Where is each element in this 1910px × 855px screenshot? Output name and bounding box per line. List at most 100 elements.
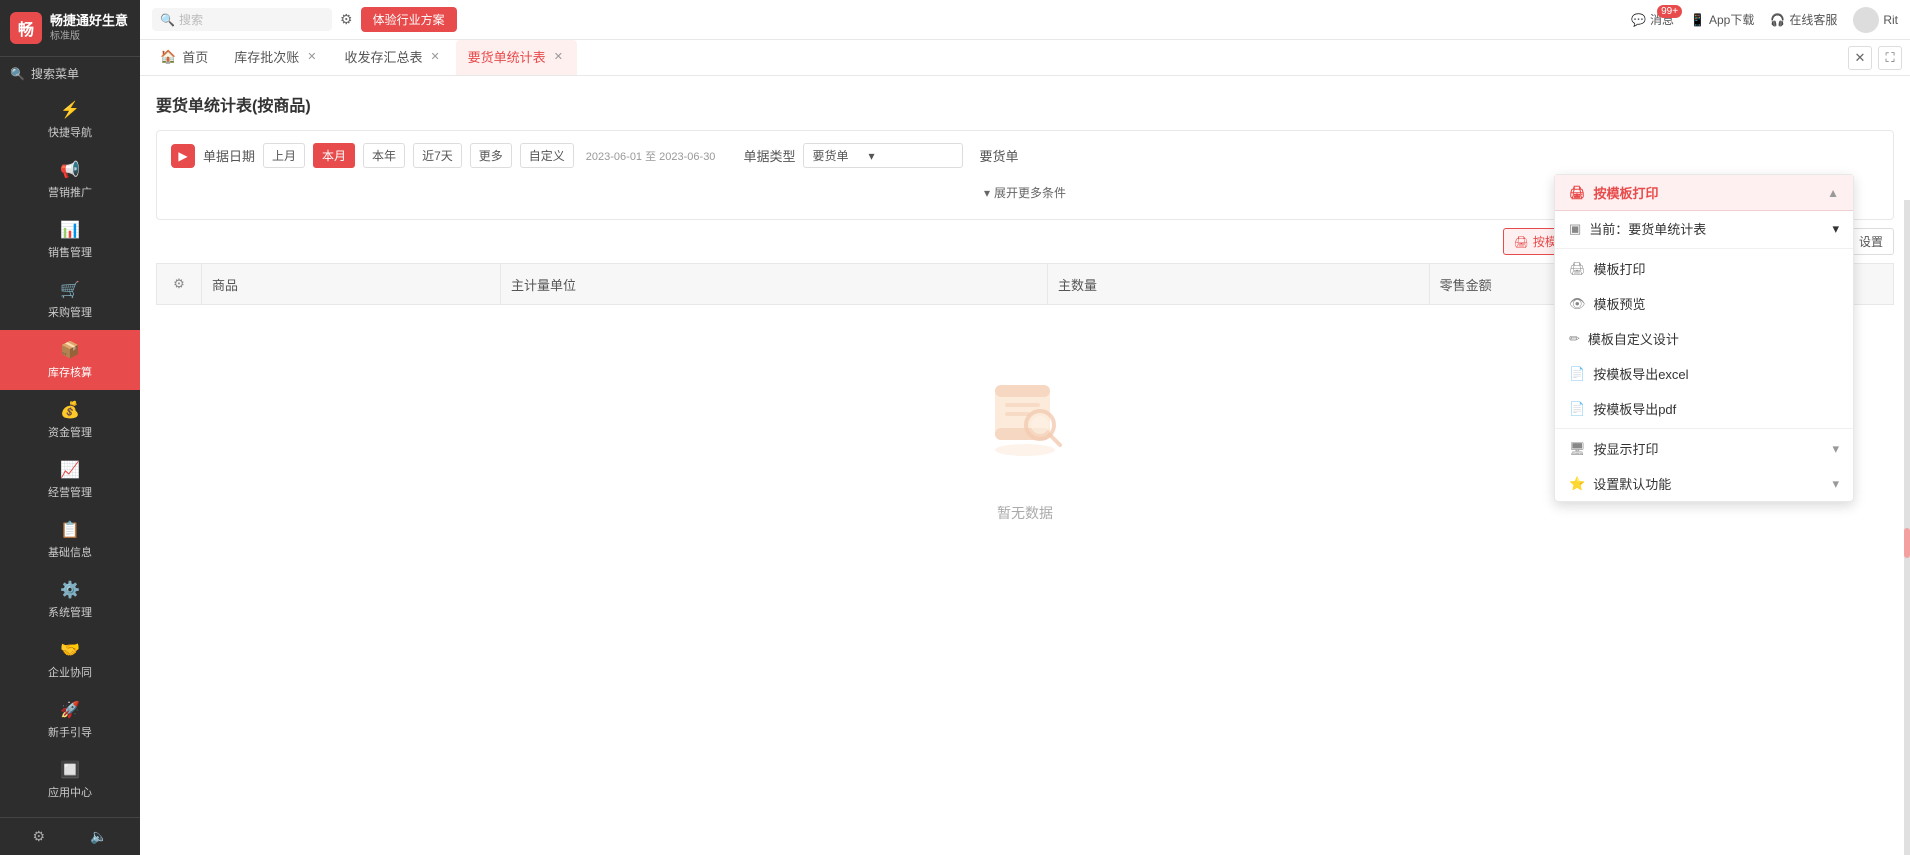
- template-pdf-item[interactable]: 📄 按模板导出pdf: [1555, 391, 1853, 426]
- tab-batch-account-label: 库存批次账: [234, 47, 299, 66]
- print-current-item[interactable]: ▣ 当前：要货单统计表 ▾: [1555, 211, 1853, 246]
- sidebar-item-wechat[interactable]: 💬 企业微信: [0, 810, 140, 817]
- template-preview-item[interactable]: 👁 模板预览: [1555, 286, 1853, 321]
- sidebar-item-label: 采购管理: [48, 304, 92, 320]
- username-label: Rit: [1883, 13, 1898, 27]
- sidebar-item-label: 系统管理: [48, 604, 92, 620]
- topbar-gear-btn[interactable]: ⚙: [340, 11, 353, 28]
- sidebar-item-label: 经营管理: [48, 484, 92, 500]
- sidebar-item-operations[interactable]: 📈 经营管理: [0, 450, 140, 510]
- apps-icon: 🔲: [60, 760, 80, 780]
- template-preview-icon: 👁: [1569, 296, 1586, 312]
- tab-batch-account[interactable]: 库存批次账 ✕: [222, 40, 330, 75]
- tab-batch-account-close[interactable]: ✕: [305, 49, 318, 64]
- right-scrollbar[interactable]: [1904, 200, 1910, 855]
- sidebar-item-label: 基础信息: [48, 544, 92, 560]
- sidebar-item-label: 快捷导航: [48, 124, 92, 140]
- set-default-item[interactable]: ⭐ 设置默认功能 ▾: [1555, 466, 1853, 501]
- tabbar-actions: ✕ ⛶: [1848, 40, 1902, 75]
- date-btn-prev-month[interactable]: 上月: [263, 143, 305, 168]
- app-download-btn[interactable]: 📱 App下载: [1690, 11, 1754, 28]
- template-excel-item[interactable]: 📄 按模板导出excel: [1555, 356, 1853, 391]
- template-preview-label: 模板预览: [1594, 294, 1646, 313]
- chevron-up-icon: ▲: [1827, 186, 1839, 200]
- date-btn-custom[interactable]: 自定义: [520, 143, 574, 168]
- template-design-icon: ✏: [1569, 331, 1580, 347]
- topbar-search-icon: 🔍: [160, 13, 175, 27]
- type-filter-label: 单据类型: [743, 146, 795, 165]
- sidebar-settings-btn[interactable]: ⚙: [33, 828, 46, 845]
- date-btn-7days[interactable]: 近7天: [413, 143, 462, 168]
- filter-bar: ▶ 单据日期 上月 本月 本年 近7天 更多 自定义 2023-06-01 至 …: [171, 143, 1879, 168]
- user-avatar-btn[interactable]: Rit: [1853, 7, 1898, 33]
- tab-maximize-btn[interactable]: ⛶: [1878, 46, 1902, 70]
- sidebar-item-purchase[interactable]: 🛒 采购管理: [0, 270, 140, 330]
- phone-icon: 📱: [1690, 13, 1705, 27]
- date-btn-this-year[interactable]: 本年: [363, 143, 405, 168]
- sidebar-item-enterprise[interactable]: 🤝 企业协同: [0, 630, 140, 690]
- display-print-label: 按显示打印: [1594, 439, 1659, 458]
- print-dropdown-title: 🖨 按模板打印: [1569, 183, 1659, 202]
- app-logo-icon: 畅: [10, 12, 42, 44]
- sidebar-item-finance[interactable]: 💰 资金管理: [0, 390, 140, 450]
- messages-btn[interactable]: 💬 消息 99+: [1631, 11, 1674, 28]
- purchase-icon: 🛒: [60, 280, 80, 300]
- print-dropdown: 🖨 按模板打印 ▲ ▣ 当前：要货单统计表 ▾ 🖨 模板打印 👁 模板预览 ✏ …: [1554, 174, 1854, 502]
- tab-order-stats-close[interactable]: ✕: [552, 49, 565, 64]
- date-btn-this-month[interactable]: 本月: [313, 143, 355, 168]
- tab-home[interactable]: 🏠 首页: [148, 40, 220, 75]
- date-btn-more[interactable]: 更多: [470, 143, 512, 168]
- sidebar-item-label: 企业协同: [48, 664, 92, 680]
- sidebar-search-label: 搜索菜单: [31, 65, 79, 82]
- sidebar-item-apps[interactable]: 🔲 应用中心: [0, 750, 140, 810]
- topbar-search[interactable]: 🔍 搜索: [152, 8, 332, 31]
- template-print-item[interactable]: 🖨 模板打印: [1555, 251, 1853, 286]
- expand-label: 展开更多条件: [994, 184, 1066, 201]
- divider-2: [1555, 428, 1853, 429]
- filter-expand-btn[interactable]: ▶: [171, 144, 195, 168]
- tab-home-label: 首页: [182, 47, 208, 66]
- template-design-item[interactable]: ✏ 模板自定义设计: [1555, 321, 1853, 356]
- current-print-icon: ▣: [1569, 221, 1581, 237]
- sidebar-item-inventory[interactable]: 📦 库存核算: [0, 330, 140, 390]
- trial-industry-btn[interactable]: 体验行业方案: [361, 7, 457, 32]
- home-icon: 🏠: [160, 49, 176, 65]
- sidebar-search[interactable]: 🔍 搜索菜单: [0, 57, 140, 90]
- sidebar-item-quick-nav[interactable]: ⚡ 快捷导航: [0, 90, 140, 150]
- guide-icon: 🚀: [60, 700, 80, 720]
- sidebar-sound-btn[interactable]: 🔈: [90, 828, 107, 845]
- table-col-settings-btn[interactable]: ⚙: [167, 272, 191, 296]
- tab-receivable-close[interactable]: ✕: [428, 49, 441, 64]
- sidebar-logo: 畅 畅捷通好生意 标准版: [0, 0, 140, 57]
- display-print-icon: 🖥: [1569, 441, 1586, 457]
- sidebar-item-guide[interactable]: 🚀 新手引导: [0, 690, 140, 750]
- inventory-icon: 📦: [60, 340, 80, 360]
- sidebar-item-label: 新手引导: [48, 724, 92, 740]
- tab-receivable-summary[interactable]: 收发存汇总表 ✕: [332, 40, 453, 75]
- template-design-label: 模板自定义设计: [1588, 329, 1679, 348]
- col-unit: 主计量单位: [500, 264, 1047, 305]
- current-print-label: 当前：要货单统计表: [1589, 219, 1706, 238]
- empty-icon: [975, 365, 1075, 487]
- display-print-chevron: ▾: [1832, 441, 1839, 457]
- enterprise-icon: 🤝: [60, 640, 80, 660]
- print-dropdown-header: 🖨 按模板打印 ▲: [1555, 175, 1853, 211]
- printer-icon: 🖨: [1514, 235, 1529, 249]
- tab-order-stats-label: 要货单统计表: [468, 47, 546, 66]
- sidebar-item-sales[interactable]: 📊 销售管理: [0, 210, 140, 270]
- type-filter-select[interactable]: 要货单 ▾: [803, 143, 963, 168]
- online-service-btn[interactable]: 🎧 在线客服: [1770, 11, 1837, 28]
- sidebar-bottom: ⚙ 🔈: [0, 817, 140, 855]
- date-range-display: 2023-06-01 至 2023-06-30: [586, 148, 716, 164]
- search-icon: 🔍: [10, 67, 25, 81]
- finance-icon: 💰: [60, 400, 80, 420]
- sidebar-item-marketing[interactable]: 📢 营销推广: [0, 150, 140, 210]
- print-header-icon: 🖨: [1569, 185, 1586, 201]
- sidebar-item-basic[interactable]: 📋 基础信息: [0, 510, 140, 570]
- print-dropdown-close[interactable]: ▲: [1827, 186, 1839, 200]
- display-print-item[interactable]: 🖥 按显示打印 ▾: [1555, 431, 1853, 466]
- tab-order-stats[interactable]: 要货单统计表 ✕: [456, 40, 577, 75]
- sidebar-item-system[interactable]: ⚙️ 系统管理: [0, 570, 140, 630]
- settings-btn[interactable]: 设置: [1848, 228, 1894, 255]
- tab-close-window-btn[interactable]: ✕: [1848, 46, 1872, 70]
